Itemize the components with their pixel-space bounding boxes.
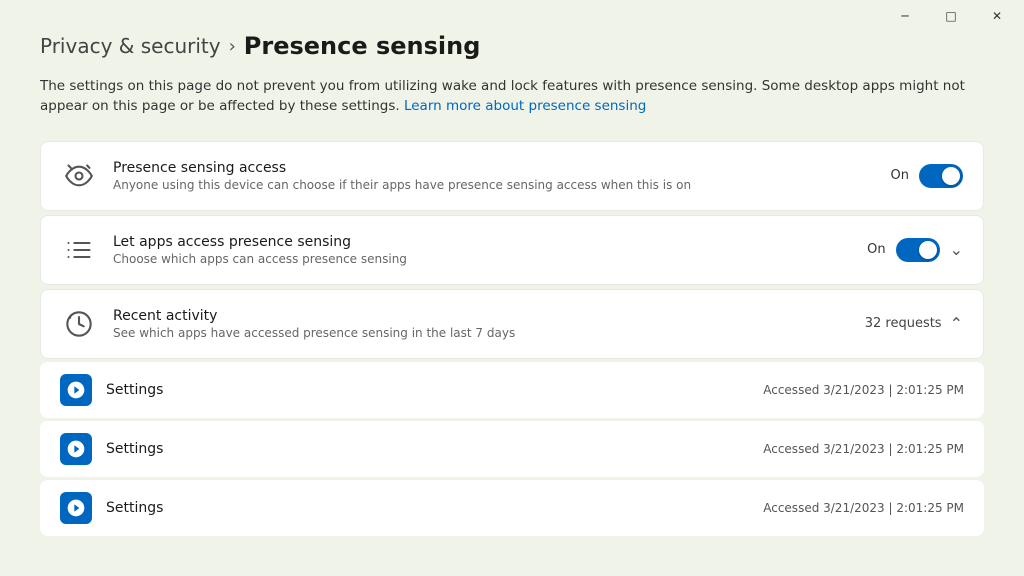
presence-sensing-icon (61, 158, 97, 194)
let-apps-icon (61, 232, 97, 268)
page-description: The settings on this page do not prevent… (40, 76, 984, 117)
requests-count: 32 requests (865, 316, 942, 331)
let-apps-access-title: Let apps access presence sensing (113, 234, 851, 250)
let-apps-access-card: Let apps access presence sensing Choose … (40, 215, 984, 285)
minimize-button[interactable]: ─ (882, 0, 928, 32)
breadcrumb-separator: › (229, 36, 236, 57)
activity-item-2: Settings Accessed 3/21/2023 | 2:01:25 PM (40, 479, 984, 536)
activity-app-name-2: Settings (106, 500, 749, 516)
recent-activity-text: Recent activity See which apps have acce… (113, 308, 849, 340)
presence-sensing-access-title: Presence sensing access (113, 160, 875, 176)
settings-app-icon-1 (60, 433, 92, 465)
let-apps-access-text: Let apps access presence sensing Choose … (113, 234, 851, 266)
breadcrumb-parent[interactable]: Privacy & security (40, 34, 221, 58)
breadcrumb: Privacy & security › Presence sensing (40, 32, 984, 60)
activity-app-name-0: Settings (106, 382, 749, 398)
activity-access-time-0: Accessed 3/21/2023 | 2:01:25 PM (763, 383, 964, 397)
activity-app-name-1: Settings (106, 441, 749, 457)
presence-sensing-access-text: Presence sensing access Anyone using thi… (113, 160, 875, 192)
recent-activity-card: Recent activity See which apps have acce… (40, 289, 984, 359)
activity-item-0: Settings Accessed 3/21/2023 | 2:01:25 PM (40, 361, 984, 418)
recent-activity-chevron-up-icon[interactable]: ⌃ (950, 314, 963, 333)
presence-sensing-toggle-label: On (891, 168, 909, 183)
let-apps-toggle-label: On (867, 242, 885, 257)
presence-sensing-access-subtitle: Anyone using this device can choose if t… (113, 178, 875, 192)
presence-sensing-access-controls: On (891, 164, 963, 188)
recent-activity-icon (61, 306, 97, 342)
settings-app-icon-0 (60, 374, 92, 406)
main-content: Privacy & security › Presence sensing Th… (0, 0, 1024, 558)
let-apps-access-controls: On ⌄ (867, 238, 963, 262)
recent-activity-title: Recent activity (113, 308, 849, 324)
let-apps-toggle[interactable] (896, 238, 940, 262)
learn-more-link[interactable]: Learn more about presence sensing (404, 98, 646, 114)
page-title: Presence sensing (244, 32, 481, 60)
activity-access-time-1: Accessed 3/21/2023 | 2:01:25 PM (763, 442, 964, 456)
activity-access-time-2: Accessed 3/21/2023 | 2:01:25 PM (763, 501, 964, 515)
recent-activity-subtitle: See which apps have accessed presence se… (113, 326, 849, 340)
presence-sensing-access-card: Presence sensing access Anyone using thi… (40, 141, 984, 211)
maximize-button[interactable]: □ (928, 0, 974, 32)
let-apps-access-subtitle: Choose which apps can access presence se… (113, 252, 851, 266)
recent-activity-header: Recent activity See which apps have acce… (41, 290, 983, 358)
settings-app-icon-2 (60, 492, 92, 524)
recent-activity-controls: 32 requests ⌃ (865, 314, 963, 333)
let-apps-chevron-down-icon[interactable]: ⌄ (950, 240, 963, 259)
activity-item-1: Settings Accessed 3/21/2023 | 2:01:25 PM (40, 420, 984, 477)
titlebar: ─ □ ✕ (882, 0, 1024, 32)
close-button[interactable]: ✕ (974, 0, 1020, 32)
presence-sensing-toggle[interactable] (919, 164, 963, 188)
